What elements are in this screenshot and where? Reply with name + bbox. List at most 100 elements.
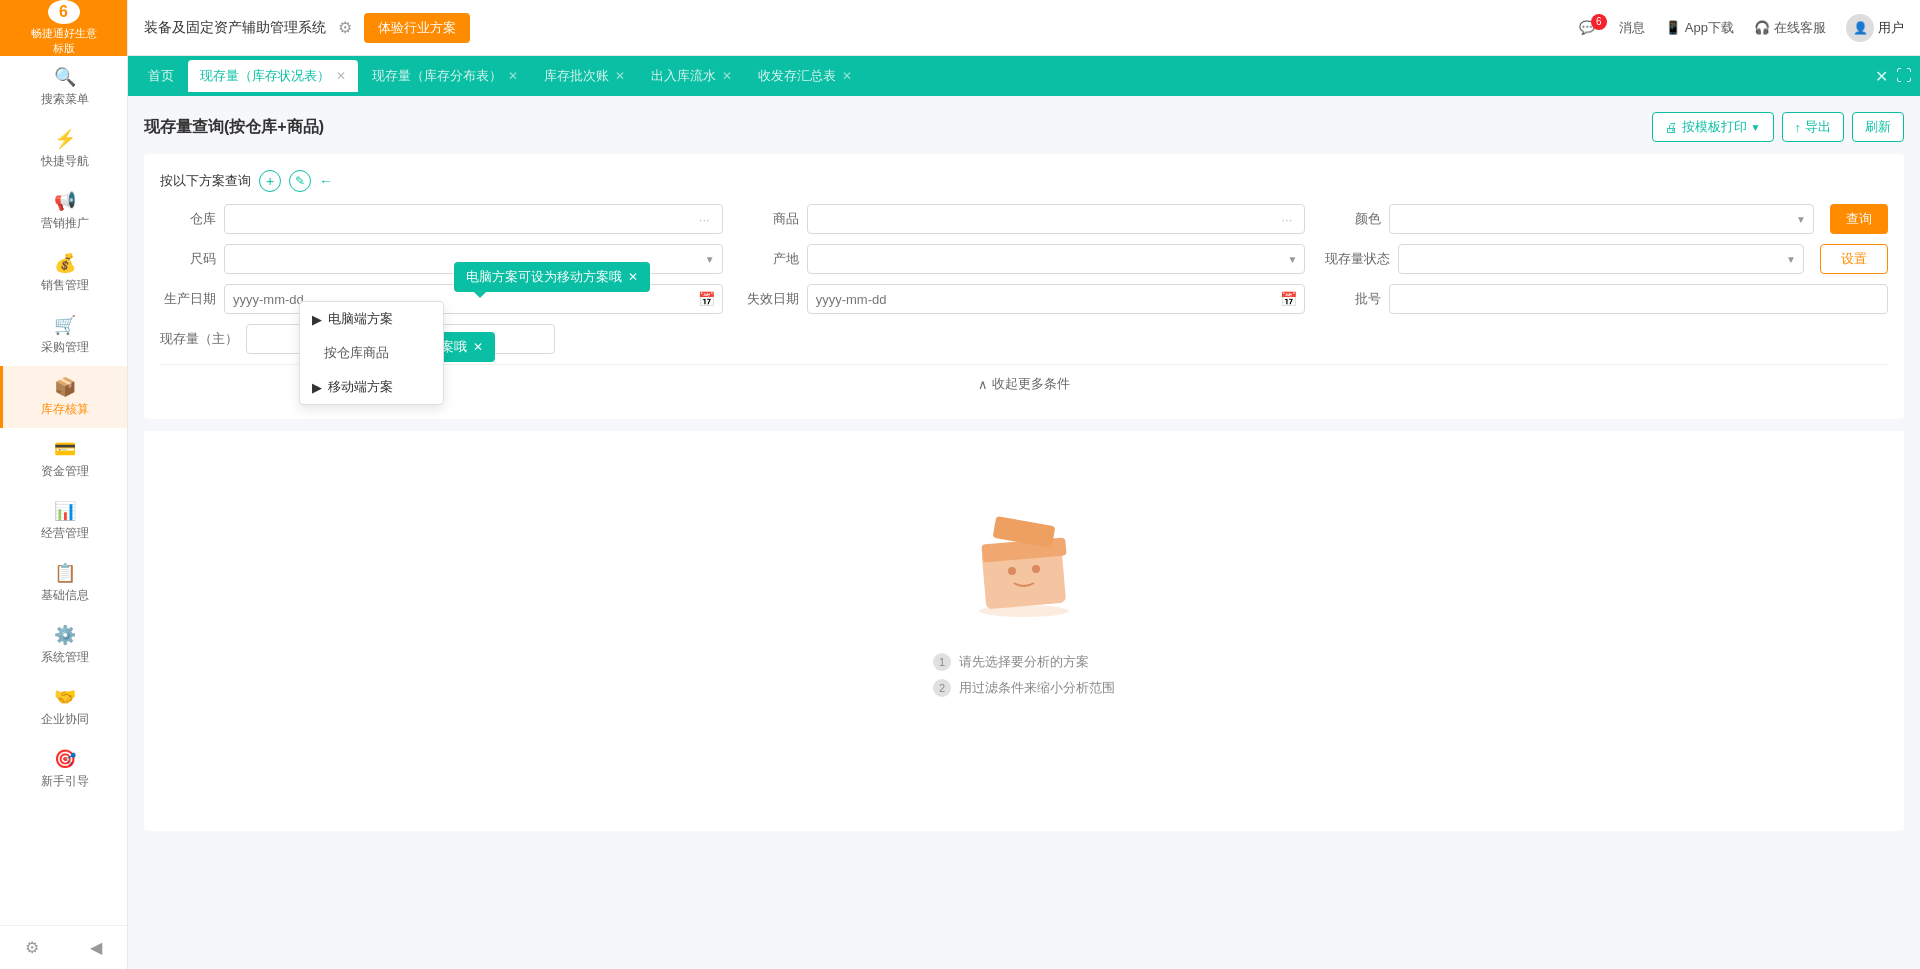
sidebar-item-enterprise[interactable]: 🤝企业协同 <box>0 676 127 738</box>
search-btn[interactable]: 查询 <box>1830 204 1888 234</box>
template-print-btn[interactable]: 🖨 按模板打印 ▼ <box>1652 112 1774 142</box>
tab-close-all-icon[interactable]: ✕ <box>1875 67 1888 86</box>
export-label: 导出 <box>1805 118 1831 136</box>
quick-nav-label: 快捷导航 <box>41 153 89 170</box>
goods-ellipsis[interactable]: ··· <box>1281 212 1292 227</box>
expire-date-label: 失效日期 <box>743 290 799 308</box>
tab-batch-ledger-close[interactable]: ✕ <box>615 69 625 83</box>
operations-icon: 📊 <box>54 500 76 522</box>
sidebar-item-search-menu[interactable]: 🔍搜索菜单 <box>0 56 127 118</box>
empty-hints: 1 请先选择要分析的方案 2 用过滤条件来缩小分析范围 <box>933 653 1115 705</box>
tab-bar-right: ✕ ⛶ <box>1875 67 1912 86</box>
tabbar: 首页 现存量（库存状况表） ✕ 现存量（库存分布表） ✕ 库存批次账 ✕ 出入库… <box>128 56 1920 96</box>
online-support-action[interactable]: 🎧 在线客服 <box>1754 19 1826 37</box>
collapse-icon: ∧ <box>978 377 988 392</box>
expire-date-input[interactable] <box>807 284 1306 314</box>
scheme-group-mobile[interactable]: ▶ 移动端方案 <box>300 370 443 404</box>
sidebar-nav: 🔍搜索菜单 ⚡ 快捷导航 📢营销推广 💰 销售管理 🛒采购管理📦库存核算💳资金管理 📊 经营管理… <box>0 56 127 925</box>
tab-expand-icon[interactable]: ⛶ <box>1896 67 1912 86</box>
sidebar-item-quick-nav[interactable]: ⚡ 快捷导航 <box>0 118 127 180</box>
user-action[interactable]: 👤 用户 <box>1846 14 1904 42</box>
marketing-label: 营销推广 <box>41 215 89 232</box>
origin-select[interactable] <box>807 244 1306 274</box>
batch-no-input[interactable] <box>1389 284 1888 314</box>
tooltip-scheme-convert: 电脑方案可设为移动方案哦 ✕ <box>454 262 650 292</box>
size-label: 尺码 <box>160 250 216 268</box>
settings-bottom-icon[interactable]: ⚙ <box>25 938 39 957</box>
scheme-group-desktop[interactable]: ▶ 电脑端方案 <box>300 302 443 336</box>
scheme-left-arrow[interactable]: ← <box>319 173 333 189</box>
tab-receive-summary[interactable]: 收发存汇总表 ✕ <box>746 60 864 92</box>
sales-icon: 💰 <box>54 252 76 274</box>
app-download-label: App下载 <box>1685 19 1734 37</box>
sidebar-bottom: ⚙ ◀ <box>0 925 127 969</box>
app-download-action[interactable]: 📱 App下载 <box>1665 19 1734 37</box>
scheme-dropdown: ▶ 电脑端方案 按仓库商品 ▶ 移动端方案 <box>299 301 444 405</box>
search-menu-label: 搜索菜单 <box>41 91 89 108</box>
tab-inventory-status[interactable]: 现存量（库存状况表） ✕ <box>188 60 358 92</box>
sidebar-item-system[interactable]: ⚙️系统管理 <box>0 614 127 676</box>
collapse-sidebar-icon[interactable]: ◀ <box>90 938 102 957</box>
warehouse-label: 仓库 <box>160 210 216 228</box>
message-action[interactable]: 💬 6 消息 <box>1579 19 1645 37</box>
goods-label: 商品 <box>743 210 799 228</box>
tab-home[interactable]: 首页 <box>136 67 186 85</box>
filter-origin: 产地 ▼ <box>743 244 1306 274</box>
filter-goods: 商品 ··· <box>743 204 1306 234</box>
reset-btn[interactable]: 设置 <box>1820 244 1888 274</box>
tab-inventory-status-close[interactable]: ✕ <box>336 69 346 83</box>
topbar-left: 装备及固定资产辅助管理系统 ⚙ 体验行业方案 <box>144 13 470 43</box>
tab-inventory-status-label: 现存量（库存状况表） <box>200 67 330 85</box>
sidebar-item-operations[interactable]: 📊 经营管理 <box>0 490 127 552</box>
refresh-btn[interactable]: 刷新 <box>1852 112 1904 142</box>
warehouse-input[interactable] <box>233 212 695 227</box>
sidebar-item-basic[interactable]: 📋基础信息 <box>0 552 127 614</box>
tooltip-scheme-close[interactable]: ✕ <box>628 270 638 284</box>
trial-btn[interactable]: 体验行业方案 <box>364 13 470 43</box>
tab-inventory-dist-close[interactable]: ✕ <box>508 69 518 83</box>
empty-state: 1 请先选择要分析的方案 2 用过滤条件来缩小分析范围 <box>144 431 1904 785</box>
sidebar-item-finance[interactable]: 💳资金管理 <box>0 428 127 490</box>
tab-inout-flow[interactable]: 出入库流水 ✕ <box>639 60 744 92</box>
add-scheme-btn[interactable]: + <box>259 170 281 192</box>
tab-batch-ledger[interactable]: 库存批次账 ✕ <box>532 60 637 92</box>
sidebar-item-inventory[interactable]: 📦库存核算 <box>0 366 127 428</box>
empty-hint-2: 2 用过滤条件来缩小分析范围 <box>933 679 1115 697</box>
tab-receive-summary-close[interactable]: ✕ <box>842 69 852 83</box>
sales-label: 销售管理 <box>41 277 89 294</box>
color-label: 颜色 <box>1325 210 1381 228</box>
sidebar-item-guide[interactable]: 🎯新手引导 <box>0 738 127 800</box>
finance-icon: 💳 <box>54 438 76 460</box>
tab-inout-flow-label: 出入库流水 <box>651 67 716 85</box>
search-scheme-row: 按以下方案查询 + ✎ ← <box>160 170 1888 192</box>
group-desktop-arrow: ▶ <box>312 312 322 327</box>
warehouse-ellipsis[interactable]: ··· <box>699 212 710 227</box>
sidebar-item-purchase[interactable]: 🛒采购管理 <box>0 304 127 366</box>
headset-icon: 🎧 <box>1754 20 1770 35</box>
sub-warehouse-label: 按仓库商品 <box>324 344 389 362</box>
purchase-label: 采购管理 <box>41 339 89 356</box>
edit-scheme-btn[interactable]: ✎ <box>289 170 311 192</box>
sidebar-item-marketing[interactable]: 📢营销推广 <box>0 180 127 242</box>
hint-num-1: 1 <box>933 653 951 671</box>
collapse-label: 收起更多条件 <box>992 375 1070 393</box>
result-area: 1 请先选择要分析的方案 2 用过滤条件来缩小分析范围 <box>144 431 1904 831</box>
quick-nav-icon: ⚡ <box>54 128 76 150</box>
tab-batch-ledger-label: 库存批次账 <box>544 67 609 85</box>
tab-inventory-dist[interactable]: 现存量（库存分布表） ✕ <box>360 60 530 92</box>
operations-label: 经营管理 <box>41 525 89 542</box>
system-settings-icon[interactable]: ⚙ <box>338 18 352 37</box>
message-label: 消息 <box>1619 19 1645 37</box>
username: 用户 <box>1878 19 1904 37</box>
color-select[interactable] <box>1389 204 1814 234</box>
online-support-label: 在线客服 <box>1774 19 1826 37</box>
scheme-sub-warehouse[interactable]: 按仓库商品 <box>300 336 443 370</box>
tooltip-create-close[interactable]: ✕ <box>473 340 483 354</box>
stock-status-select[interactable] <box>1398 244 1804 274</box>
sidebar-item-sales[interactable]: 💰 销售管理 <box>0 242 127 304</box>
goods-input[interactable] <box>816 212 1278 227</box>
system-label: 系统管理 <box>41 649 89 666</box>
tab-inout-flow-close[interactable]: ✕ <box>722 69 732 83</box>
export-btn[interactable]: ↑ 导出 <box>1782 112 1845 142</box>
logo-text: 畅捷通好生意 <box>31 26 97 41</box>
